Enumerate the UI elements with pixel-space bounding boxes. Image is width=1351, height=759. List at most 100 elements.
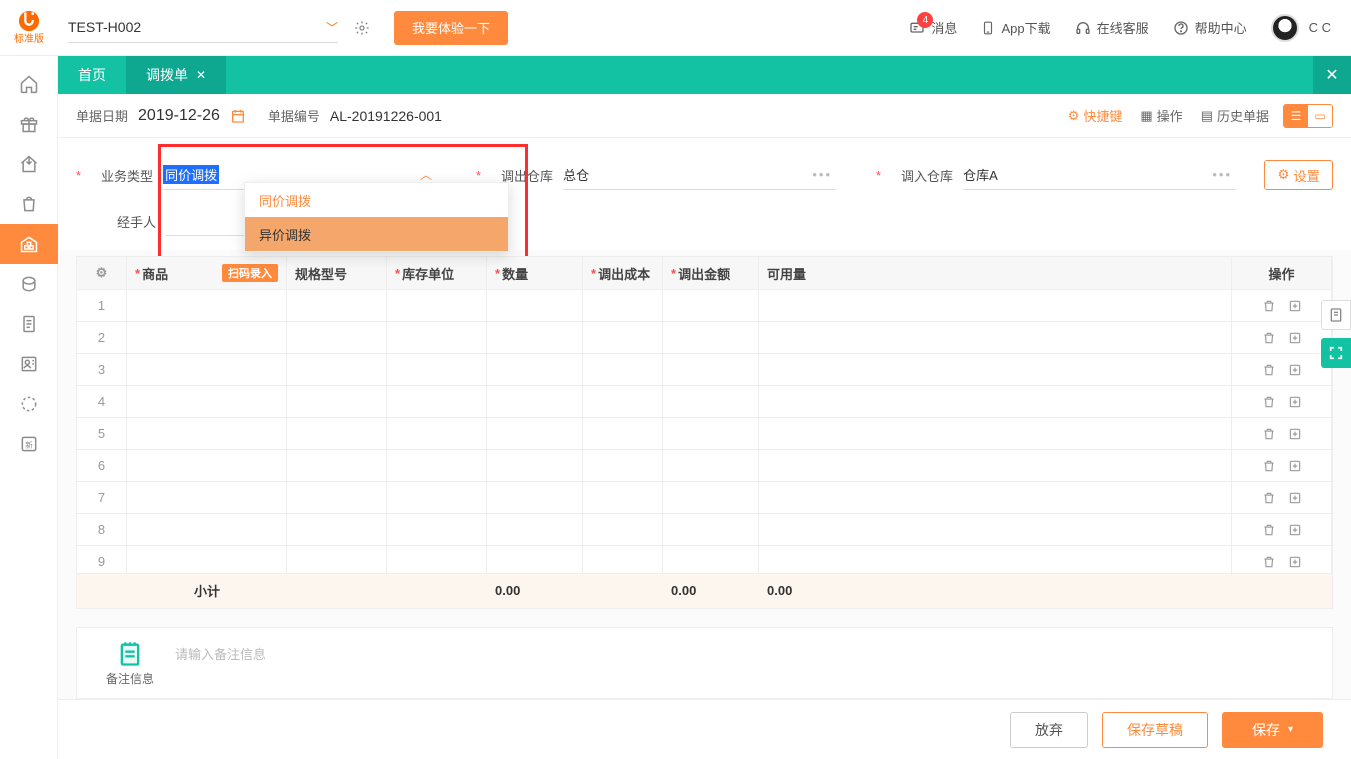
cell-product[interactable]: [127, 450, 287, 481]
sidebar-sync-icon[interactable]: [0, 384, 58, 424]
scan-badge[interactable]: 扫码录入: [222, 264, 278, 282]
cell-product[interactable]: [127, 418, 287, 449]
table-row[interactable]: 4: [77, 386, 1332, 418]
cell-uamt[interactable]: [663, 546, 759, 572]
gear-icon[interactable]: [354, 20, 370, 36]
cell-unit[interactable]: [387, 450, 487, 481]
delete-row-icon[interactable]: [1262, 491, 1276, 505]
cell-product[interactable]: [127, 354, 287, 385]
in-warehouse-field[interactable]: * 调入仓库 仓库A •••: [876, 160, 1236, 190]
cell-uamt[interactable]: [663, 322, 759, 353]
settings-button[interactable]: ⚙设置: [1264, 160, 1333, 190]
out-warehouse-field[interactable]: * 调出仓库 总仓 •••: [476, 160, 836, 190]
add-row-icon[interactable]: [1288, 331, 1302, 345]
cell-product[interactable]: [127, 386, 287, 417]
cell-uamt[interactable]: [663, 386, 759, 417]
shortcut-link[interactable]: ⚙快捷键: [1068, 106, 1123, 125]
tab-home[interactable]: 首页: [58, 56, 126, 94]
cell-uamt[interactable]: [663, 514, 759, 545]
cell-qty[interactable]: [487, 546, 583, 572]
table-row[interactable]: 3: [77, 354, 1332, 386]
save-draft-button[interactable]: 保存草稿: [1102, 712, 1208, 748]
delete-row-icon[interactable]: [1262, 555, 1276, 569]
cell-ucost[interactable]: [583, 386, 663, 417]
cell-uamt[interactable]: [663, 482, 759, 513]
cell-uamt[interactable]: [663, 290, 759, 321]
date-value[interactable]: 2019-12-26: [138, 107, 220, 125]
close-all-tabs-icon[interactable]: ✕: [1313, 56, 1351, 94]
cell-qty[interactable]: [487, 354, 583, 385]
side-note-icon[interactable]: [1321, 300, 1351, 330]
cell-unit[interactable]: [387, 482, 487, 513]
store-selector[interactable]: TEST-H002 ﹀: [68, 13, 338, 43]
delete-row-icon[interactable]: [1262, 459, 1276, 473]
sidebar-home-icon[interactable]: [0, 64, 58, 104]
more-icon[interactable]: •••: [812, 167, 832, 182]
cell-ucost[interactable]: [583, 450, 663, 481]
cell-unit[interactable]: [387, 514, 487, 545]
table-row[interactable]: 1: [77, 290, 1332, 322]
cell-ucost[interactable]: [583, 290, 663, 321]
discard-button[interactable]: 放弃: [1010, 712, 1088, 748]
cell-unit[interactable]: [387, 546, 487, 572]
view-list-icon[interactable]: ☰: [1284, 105, 1308, 127]
add-row-icon[interactable]: [1288, 363, 1302, 377]
cell-qty[interactable]: [487, 450, 583, 481]
th-gear-icon[interactable]: ⚙: [77, 257, 127, 289]
sidebar-warehouse-icon[interactable]: [0, 224, 58, 264]
cell-ucost[interactable]: [583, 482, 663, 513]
table-row[interactable]: 7: [77, 482, 1332, 514]
table-row[interactable]: 2: [77, 322, 1332, 354]
table-row[interactable]: 6: [77, 450, 1332, 482]
dropdown-option-diff-price[interactable]: 异价调拨: [245, 217, 508, 251]
cell-unit[interactable]: [387, 322, 487, 353]
more-icon[interactable]: •••: [1212, 167, 1232, 182]
sidebar-new-icon[interactable]: 新: [0, 424, 58, 464]
close-tab-icon[interactable]: ✕: [196, 68, 206, 82]
operations-link[interactable]: ▦操作: [1140, 106, 1182, 125]
add-row-icon[interactable]: [1288, 491, 1302, 505]
cell-uamt[interactable]: [663, 418, 759, 449]
cell-unit[interactable]: [387, 386, 487, 417]
table-row[interactable]: 8: [77, 514, 1332, 546]
dropdown-option-same-price[interactable]: 同价调拨: [245, 183, 508, 217]
add-row-icon[interactable]: [1288, 523, 1302, 537]
cell-product[interactable]: [127, 322, 287, 353]
cell-qty[interactable]: [487, 514, 583, 545]
cell-spec[interactable]: [287, 354, 387, 385]
cell-spec[interactable]: [287, 322, 387, 353]
trial-button[interactable]: 我要体验一下: [394, 11, 508, 45]
sidebar-report-icon[interactable]: [0, 304, 58, 344]
cell-spec[interactable]: [287, 482, 387, 513]
cell-spec[interactable]: [287, 514, 387, 545]
cell-ucost[interactable]: [583, 322, 663, 353]
delete-row-icon[interactable]: [1262, 331, 1276, 345]
history-link[interactable]: ▤历史单据: [1201, 106, 1269, 125]
cell-uamt[interactable]: [663, 450, 759, 481]
cell-uamt[interactable]: [663, 354, 759, 385]
delete-row-icon[interactable]: [1262, 523, 1276, 537]
cell-spec[interactable]: [287, 450, 387, 481]
sidebar-gift-icon[interactable]: [0, 104, 58, 144]
remark-input[interactable]: [165, 638, 1314, 688]
sidebar-finance-icon[interactable]: [0, 264, 58, 304]
add-row-icon[interactable]: [1288, 459, 1302, 473]
cell-ucost[interactable]: [583, 514, 663, 545]
avatar[interactable]: [1271, 14, 1299, 42]
cell-product[interactable]: [127, 546, 287, 572]
add-row-icon[interactable]: [1288, 395, 1302, 409]
delete-row-icon[interactable]: [1262, 363, 1276, 377]
sidebar-sale-icon[interactable]: [0, 184, 58, 224]
cell-qty[interactable]: [487, 386, 583, 417]
delete-row-icon[interactable]: [1262, 395, 1276, 409]
fullscreen-icon[interactable]: [1321, 338, 1351, 368]
cell-spec[interactable]: [287, 290, 387, 321]
cell-product[interactable]: [127, 482, 287, 513]
cell-product[interactable]: [127, 290, 287, 321]
sidebar-contact-icon[interactable]: [0, 344, 58, 384]
cell-ucost[interactable]: [583, 354, 663, 385]
messages-link[interactable]: 4 消息: [909, 18, 957, 37]
table-row[interactable]: 9: [77, 546, 1332, 572]
cell-qty[interactable]: [487, 482, 583, 513]
cell-unit[interactable]: [387, 418, 487, 449]
